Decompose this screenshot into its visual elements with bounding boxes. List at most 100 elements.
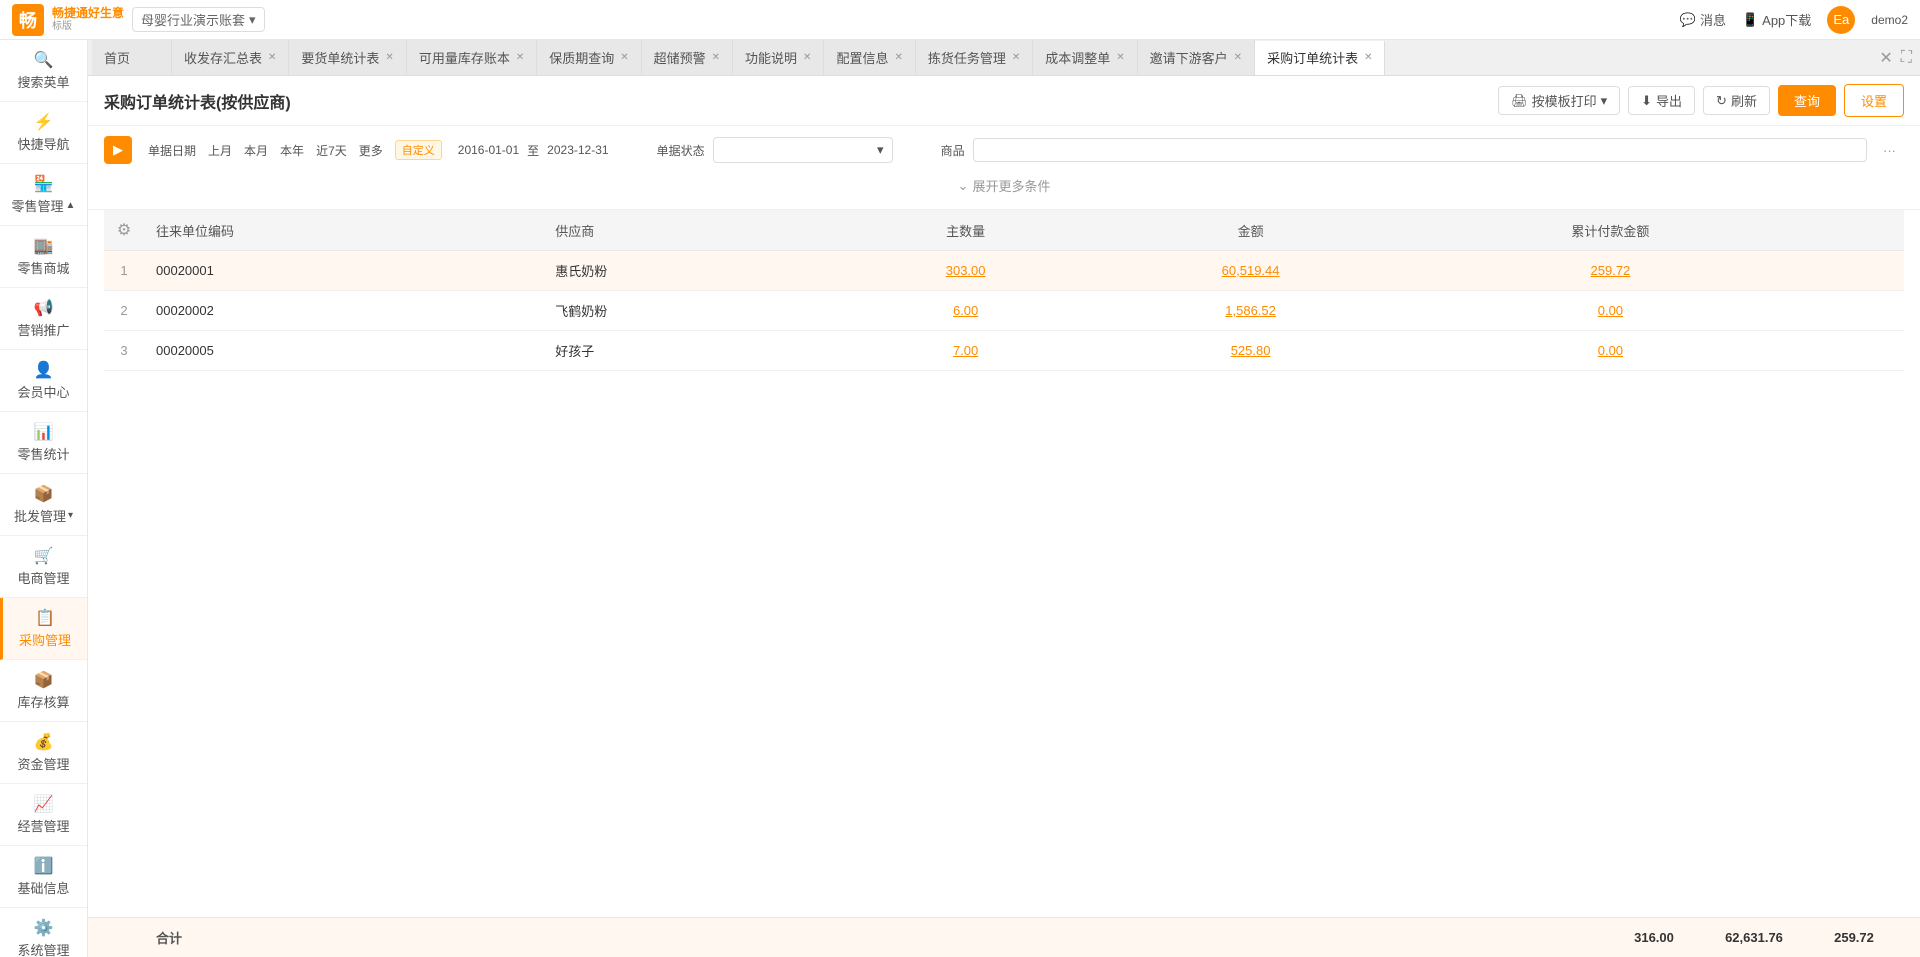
sidebar-item-retail-stat[interactable]: 📊 零售统计 [0, 412, 87, 474]
tab-invite-close[interactable]: ✕ [1234, 52, 1242, 63]
print-arrow-icon: ▾ [1601, 93, 1608, 109]
th-qty: 主数量 [841, 210, 1091, 251]
tab-overstock[interactable]: 超储预警 ✕ [642, 40, 733, 76]
filter-goods-more-icon[interactable]: ··· [1875, 143, 1904, 158]
shortcut-icon: ⚡ [4, 112, 83, 132]
tab-warranty[interactable]: 保质期查询 ✕ [537, 40, 641, 76]
expand-more-button[interactable]: ⌄ 展开更多条件 [104, 172, 1904, 199]
message-button[interactable]: 💬 消息 [1680, 10, 1726, 29]
sidebar-label-ecommerce: 电商管理 [4, 568, 83, 587]
query-button[interactable]: 查询 [1778, 85, 1836, 116]
row-extra-1 [1810, 251, 1904, 291]
store-icon: 🏬 [4, 236, 83, 256]
app-icon: 📱 [1742, 12, 1758, 28]
sidebar-item-member[interactable]: 👤 会员中心 [0, 350, 87, 412]
tab-configinfo-close[interactable]: ✕ [894, 52, 902, 63]
sidebar-item-retail[interactable]: 🏪 零售管理 ▲ [0, 164, 87, 226]
shortcut-this-year[interactable]: 本年 [276, 140, 308, 161]
user-name[interactable]: demo2 [1871, 13, 1908, 27]
setting-button[interactable]: 设置 [1844, 84, 1904, 117]
sidebar-label-retail: 零售管理 [12, 196, 64, 215]
row-amount-2: 1,586.52 [1090, 291, 1410, 331]
row-paid-1: 259.72 [1411, 251, 1810, 291]
date-range-sep: 至 [527, 142, 539, 159]
sidebar-item-shortcut[interactable]: ⚡ 快捷导航 [0, 102, 87, 164]
tab-invite[interactable]: 邀请下游客户 ✕ [1138, 40, 1255, 76]
workspace-selector[interactable]: 母婴行业演示账套 ▾ [132, 7, 265, 32]
tab-costadjust-label: 成本调整单 [1045, 48, 1110, 67]
sidebar-label-shortcut: 快捷导航 [4, 134, 83, 153]
row-paid-3: 0.00 [1411, 331, 1810, 371]
export-icon: ⬇ [1641, 93, 1652, 109]
footer-paid: 259.72 [1804, 930, 1904, 945]
tab-usable-inventory-close[interactable]: ✕ [516, 52, 524, 63]
sidebar-item-system[interactable]: ⚙️ 系统管理 [0, 908, 87, 957]
tab-funcdesc[interactable]: 功能说明 ✕ [733, 40, 824, 76]
sidebar-item-finance[interactable]: 💰 资金管理 [0, 722, 87, 784]
row-num-1: 1 [104, 251, 144, 291]
table-row: 2 00020002 飞鹤奶粉 6.00 1,586.52 0.00 [104, 291, 1904, 331]
retail-stat-icon: 📊 [4, 422, 83, 442]
filter-status-select[interactable]: ▾ [713, 137, 893, 163]
table-header-row: ⚙ 往来单位编码 供应商 主数量 金额 累计付款金额 [104, 210, 1904, 251]
table-body: 1 00020001 惠氏奶粉 303.00 60,519.44 259.72 … [104, 251, 1904, 371]
shortcut-last-month[interactable]: 上月 [204, 140, 236, 161]
sidebar-item-wholesale[interactable]: 📦 批发管理 ▾ [0, 474, 87, 536]
tab-close-all-button[interactable]: ✕ [1879, 48, 1892, 68]
th-extra [1810, 210, 1904, 251]
app-download-button[interactable]: 📱 App下载 [1742, 10, 1811, 29]
filter-goods-input[interactable] [973, 138, 1867, 162]
page-title: 采购订单统计表(按供应商) [104, 89, 291, 113]
tab-funcdesc-close[interactable]: ✕ [803, 52, 811, 63]
tab-overstock-label: 超储预警 [654, 48, 706, 67]
print-button[interactable]: 🖨 按模板打印 ▾ [1498, 86, 1620, 115]
column-setting-icon[interactable]: ⚙ [117, 222, 131, 239]
search-icon: 🔍 [4, 50, 83, 70]
avatar[interactable]: Ea [1827, 6, 1855, 34]
tab-req-summary[interactable]: 要货单统计表 ✕ [289, 40, 406, 76]
custom-date-tag[interactable]: 自定义 [395, 140, 442, 160]
operation-icon: 📈 [4, 794, 83, 814]
sidebar-item-search[interactable]: 🔍 搜索英单 [0, 40, 87, 102]
tab-fullscreen-button[interactable]: ⛶ [1901, 49, 1912, 67]
sidebar-item-ecommerce[interactable]: 🛒 电商管理 [0, 536, 87, 598]
sidebar-item-marketing[interactable]: 📢 营销推广 [0, 288, 87, 350]
sidebar-item-operation[interactable]: 📈 经营管理 [0, 784, 87, 846]
tab-costadjust[interactable]: 成本调整单 ✕ [1033, 40, 1137, 76]
system-icon: ⚙️ [4, 918, 83, 938]
print-icon: 🖨 [1511, 93, 1528, 109]
tab-home[interactable]: 首页 [92, 40, 172, 76]
tab-funcdesc-label: 功能说明 [745, 48, 797, 67]
tab-req-summary-close[interactable]: ✕ [385, 52, 393, 63]
tab-receive-summary-close[interactable]: ✕ [268, 52, 276, 63]
tab-configinfo[interactable]: 配置信息 ✕ [824, 40, 915, 76]
sidebar-item-inventory[interactable]: 📦 库存核算 [0, 660, 87, 722]
tab-usable-inventory[interactable]: 可用量库存账本 ✕ [407, 40, 537, 76]
shortcut-this-month[interactable]: 本月 [240, 140, 272, 161]
tab-holdtask-close[interactable]: ✕ [1012, 52, 1020, 63]
shortcut-more[interactable]: 更多 [355, 140, 387, 161]
tab-receive-summary[interactable]: 收发存汇总表 ✕ [172, 40, 289, 76]
export-label: 导出 [1656, 91, 1682, 110]
row-code-2: 00020002 [144, 291, 543, 331]
sidebar-item-basic[interactable]: ℹ️ 基础信息 [0, 846, 87, 908]
tab-overstock-close[interactable]: ✕ [712, 52, 720, 63]
export-button[interactable]: ⬇ 导出 [1628, 86, 1695, 115]
refresh-button[interactable]: ↻ 刷新 [1703, 86, 1770, 115]
tab-warranty-close[interactable]: ✕ [620, 52, 628, 63]
shortcut-7days[interactable]: 近7天 [312, 140, 351, 161]
tab-invite-label: 邀请下游客户 [1150, 48, 1228, 67]
filter-toggle-button[interactable]: ▶ [104, 136, 132, 164]
th-amount: 金额 [1090, 210, 1410, 251]
tab-purchase-summary-close[interactable]: ✕ [1364, 52, 1372, 63]
logo-area: 畅 畅捷通好生意 标版 母婴行业演示账套 ▾ [12, 4, 265, 36]
tab-costadjust-close[interactable]: ✕ [1116, 52, 1124, 63]
sidebar-item-store[interactable]: 🏬 零售商城 [0, 226, 87, 288]
filter-status-item: 单据状态 ▾ [657, 137, 893, 163]
tab-holdtask[interactable]: 拣货任务管理 ✕ [916, 40, 1033, 76]
tab-purchase-summary[interactable]: 采购订单统计表 ✕ [1255, 41, 1385, 77]
sidebar-item-purchase[interactable]: 📋 采购管理 [0, 598, 87, 660]
footer-values: 316.00 62,631.76 259.72 [1604, 930, 1904, 945]
table-row: 1 00020001 惠氏奶粉 303.00 60,519.44 259.72 [104, 251, 1904, 291]
content-area: 首页 收发存汇总表 ✕ 要货单统计表 ✕ 可用量库存账本 ✕ 保质期查询 ✕ 超… [88, 40, 1920, 957]
